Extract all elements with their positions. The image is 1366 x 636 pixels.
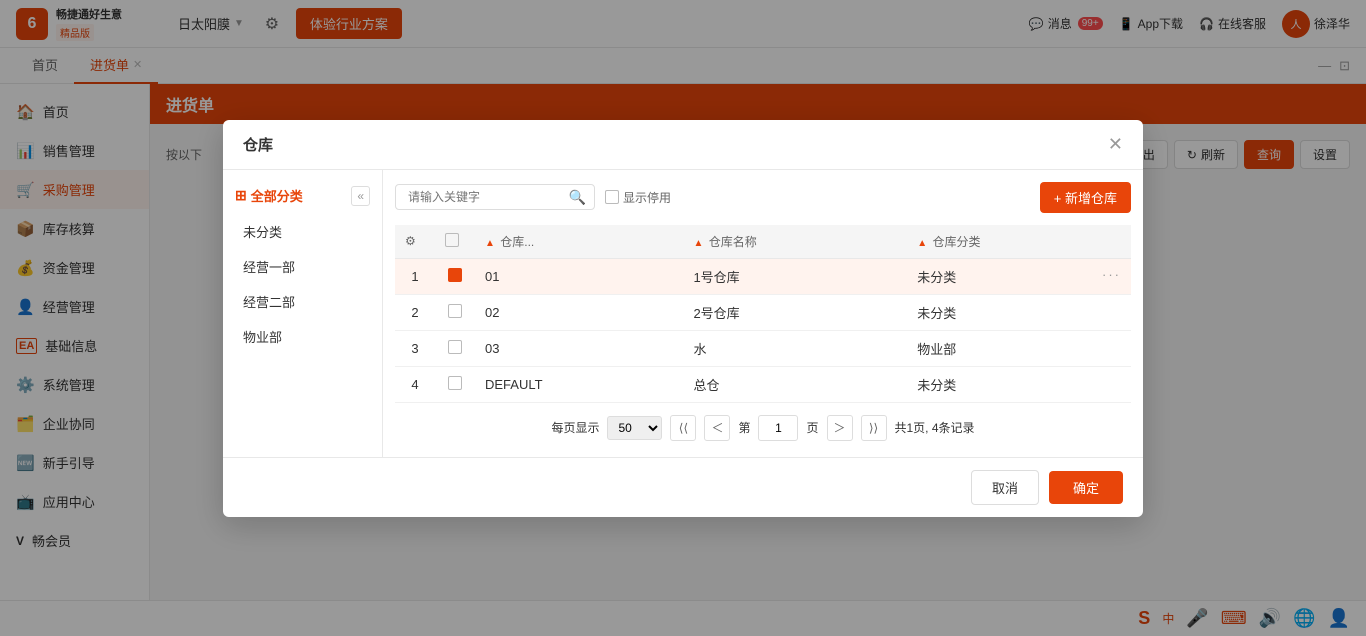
row-num: 2 xyxy=(395,294,435,330)
sort-icon: ▲ xyxy=(485,238,495,249)
row-name-2: 2号仓库 xyxy=(683,294,907,330)
modal-overlay: 仓库 ✕ ⊞ 全部分类 « 未分类 经营一部 xyxy=(0,0,1366,636)
checkbox-3[interactable] xyxy=(448,340,462,354)
th-settings: ⚙ xyxy=(395,225,435,259)
cancel-button[interactable]: 取消 xyxy=(971,470,1039,505)
sort-icon-name: ▲ xyxy=(693,238,703,249)
select-all-checkbox[interactable] xyxy=(445,233,459,247)
table-row[interactable]: 3 03 水 物业部 xyxy=(395,330,1131,366)
row-num: 3 xyxy=(395,330,435,366)
th-name: ▲ 仓库名称 xyxy=(683,225,907,259)
last-page-button[interactable]: ⟩⟩ xyxy=(861,415,887,441)
row-code-1: 01 xyxy=(475,258,683,294)
total-info: 共1页, 4条记录 xyxy=(895,419,975,436)
modal-main-content: 🔍 显示停用 + 新增仓库 ⚙ xyxy=(383,170,1143,457)
page-unit: 页 xyxy=(806,419,818,436)
search-icon[interactable]: 🔍 xyxy=(569,189,586,206)
modal-title: 仓库 xyxy=(243,134,273,155)
row-checkbox-3[interactable] xyxy=(435,330,475,366)
add-warehouse-button[interactable]: + 新增仓库 xyxy=(1040,182,1131,213)
table-row[interactable]: 4 DEFAULT 总仓 未分类 xyxy=(395,366,1131,402)
row-cat-3: 物业部 xyxy=(907,330,1131,366)
prev-page-button[interactable]: ＜ xyxy=(704,415,730,441)
checkbox-2[interactable] xyxy=(448,304,462,318)
row-name-1: 1号仓库 xyxy=(683,258,907,294)
sort-icon-cat: ▲ xyxy=(917,238,927,249)
confirm-button[interactable]: 确定 xyxy=(1049,471,1123,504)
modal-search-toolbar: 🔍 显示停用 + 新增仓库 xyxy=(395,182,1131,213)
per-page-select[interactable]: 50 20 100 xyxy=(607,416,662,440)
modal-category-property[interactable]: 物业部 xyxy=(223,319,382,354)
th-category: ▲ 仓库分类 xyxy=(907,225,1131,259)
th-code: ▲ 仓库... xyxy=(475,225,683,259)
pagination: 每页显示 50 20 100 ⟨⟨ ＜ 第 页 ＞ ⟩⟩ 共1页, 4条记录 xyxy=(395,403,1131,445)
warehouse-table-container: ⚙ ▲ 仓库... ▲ 仓库名称 xyxy=(395,225,1131,403)
row-checkbox-4[interactable] xyxy=(435,366,475,402)
modal-category-dept2[interactable]: 经营二部 xyxy=(223,284,382,319)
row-checkbox-1[interactable] xyxy=(435,258,475,294)
per-page-label: 每页显示 xyxy=(551,419,599,436)
show-disabled-checkbox[interactable] xyxy=(605,190,619,204)
search-box: 🔍 xyxy=(395,184,595,210)
table-row[interactable]: 2 02 2号仓库 未分类 xyxy=(395,294,1131,330)
row-cat-2: 未分类 xyxy=(907,294,1131,330)
modal-all-category[interactable]: ⊞ 全部分类 xyxy=(235,186,303,205)
first-page-button[interactable]: ⟨⟨ xyxy=(670,415,696,441)
search-input[interactable] xyxy=(404,185,569,209)
row-cat-1: 未分类 ··· xyxy=(907,258,1131,294)
modal-header: 仓库 ✕ xyxy=(223,120,1143,170)
modal-category-unclassified[interactable]: 未分类 xyxy=(223,214,382,249)
next-page-button[interactable]: ＞ xyxy=(827,415,853,441)
checkbox-1[interactable] xyxy=(448,268,462,282)
row-code-3: 03 xyxy=(475,330,683,366)
row-cat-4: 未分类 xyxy=(907,366,1131,402)
grid-icon: ⊞ xyxy=(235,187,247,204)
row-name-4: 总仓 xyxy=(683,366,907,402)
show-disabled-toggle[interactable]: 显示停用 xyxy=(605,189,671,206)
warehouse-table: ⚙ ▲ 仓库... ▲ 仓库名称 xyxy=(395,225,1131,403)
modal-body: ⊞ 全部分类 « 未分类 经营一部 经营二部 物业部 xyxy=(223,170,1143,457)
row-code-2: 02 xyxy=(475,294,683,330)
table-row[interactable]: 1 01 1号仓库 未分类 ··· xyxy=(395,258,1131,294)
row-num: 1 xyxy=(395,258,435,294)
warehouse-modal: 仓库 ✕ ⊞ 全部分类 « 未分类 经营一部 xyxy=(223,120,1143,517)
page-label: 第 xyxy=(738,419,750,436)
row-actions-1[interactable]: ··· xyxy=(1102,267,1121,282)
table-body: 1 01 1号仓库 未分类 ··· xyxy=(395,258,1131,402)
row-checkbox-2[interactable] xyxy=(435,294,475,330)
table-header: ⚙ ▲ 仓库... ▲ 仓库名称 xyxy=(395,225,1131,259)
checkbox-4[interactable] xyxy=(448,376,462,390)
row-num: 4 xyxy=(395,366,435,402)
modal-close-button[interactable]: ✕ xyxy=(1108,134,1123,155)
page-number-input[interactable] xyxy=(758,415,798,441)
modal-category-dept1[interactable]: 经营一部 xyxy=(223,249,382,284)
collapse-sidebar-button[interactable]: « xyxy=(351,186,370,206)
modal-footer: 取消 确定 xyxy=(223,457,1143,517)
modal-sidebar: ⊞ 全部分类 « 未分类 经营一部 经营二部 物业部 xyxy=(223,170,383,457)
modal-sidebar-header: ⊞ 全部分类 « xyxy=(223,178,382,214)
row-name-3: 水 xyxy=(683,330,907,366)
th-checkbox xyxy=(435,225,475,259)
row-code-4: DEFAULT xyxy=(475,366,683,402)
